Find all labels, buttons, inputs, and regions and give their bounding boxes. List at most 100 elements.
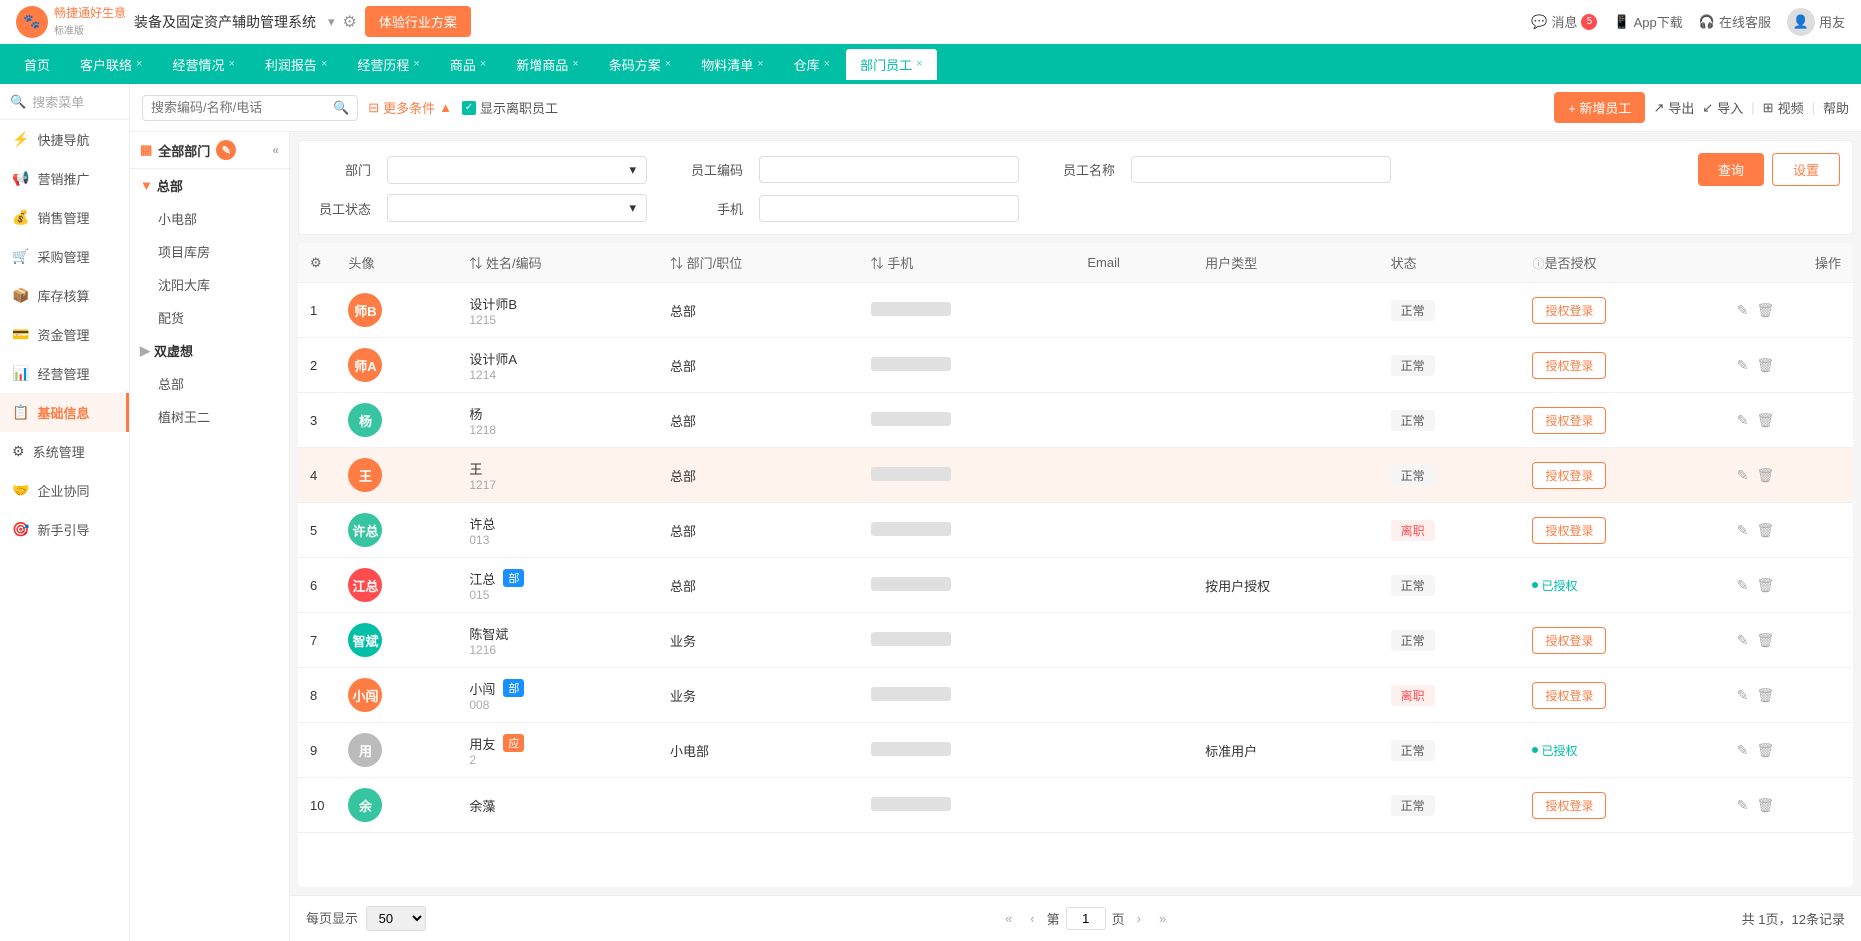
app-download-action[interactable]: 📱 App下载 [1613, 12, 1682, 31]
auth-button[interactable]: 授权登录 [1532, 462, 1606, 489]
tab-warehouse-close[interactable]: × [824, 58, 830, 70]
tab-customer[interactable]: 客户联络 × [66, 49, 156, 80]
more-filters-btn[interactable]: ⊟ 更多条件 ▲ [368, 98, 452, 117]
status-filter-select[interactable]: ▾ [387, 194, 647, 222]
page-size-select[interactable]: 50 100 [366, 906, 426, 931]
tab-customer-close[interactable]: × [136, 58, 142, 70]
authorized-info-icon[interactable]: ⓘ [1532, 257, 1544, 271]
edit-icon[interactable]: ✎ [1737, 357, 1749, 374]
query-button[interactable]: 查询 [1698, 153, 1764, 186]
delete-icon[interactable]: 🗑 [1756, 687, 1774, 704]
sidebar-item-bizmanage[interactable]: 📊 经营管理 [0, 354, 129, 393]
edit-icon[interactable]: ✎ [1737, 742, 1749, 759]
import-button[interactable]: ↙ 导入 [1702, 98, 1743, 117]
edit-icon[interactable]: ✎ [1737, 302, 1749, 319]
dept-child-peihuo[interactable]: 配货 [130, 301, 289, 334]
edit-icon[interactable]: ✎ [1737, 577, 1749, 594]
delete-icon[interactable]: 🗑 [1756, 467, 1774, 484]
tab-employee-close[interactable]: × [916, 58, 922, 70]
tab-bom-close[interactable]: × [757, 58, 763, 70]
auth-button[interactable]: 授权登录 [1532, 682, 1606, 709]
auth-button[interactable]: 授权登录 [1532, 352, 1606, 379]
sidebar-item-marketing[interactable]: 📢 营销推广 [0, 159, 129, 198]
dept-child-zhishu[interactable]: 植树王二 [130, 400, 289, 433]
last-page-btn[interactable]: » [1153, 909, 1172, 928]
tab-operation-close[interactable]: × [228, 58, 234, 70]
delete-icon[interactable]: 🗑 [1756, 797, 1774, 814]
tab-operation[interactable]: 经营情况 × [158, 49, 248, 80]
edit-icon[interactable]: ✎ [1737, 522, 1749, 539]
tab-bom[interactable]: 物料清单 × [687, 49, 777, 80]
tab-warehouse[interactable]: 仓库 × [780, 49, 844, 80]
tab-barcode[interactable]: 条码方案 × [595, 49, 685, 80]
tab-add-product[interactable]: 新增商品 × [502, 49, 592, 80]
tab-history[interactable]: 经营历程 × [343, 49, 433, 80]
col-settings[interactable]: ⚙ [298, 243, 336, 283]
sidebar-item-inventory[interactable]: 📦 库存核算 [0, 276, 129, 315]
col-dept-pos[interactable]: ⇅ 部门/职位 [658, 243, 859, 283]
add-employee-button[interactable]: + 新增员工 [1554, 92, 1645, 123]
delete-icon[interactable]: 🗑 [1756, 357, 1774, 374]
show-resign-toggle[interactable]: ✓ 显示离职员工 [462, 98, 558, 117]
tab-profit[interactable]: 利润报告 × [251, 49, 341, 80]
edit-icon[interactable]: ✎ [1737, 797, 1749, 814]
auth-button[interactable]: 授权登录 [1532, 407, 1606, 434]
phone-filter-input[interactable] [759, 195, 1019, 222]
tab-product[interactable]: 商品 × [436, 49, 500, 80]
dept-child-shenyangdaku[interactable]: 沈阳大库 [130, 268, 289, 301]
sidebar-search[interactable]: 🔍 搜索菜单 [0, 84, 129, 120]
auth-button[interactable]: 授权登录 [1532, 297, 1606, 324]
edit-icon[interactable]: ✎ [1737, 687, 1749, 704]
employee-name-input[interactable] [1131, 156, 1391, 183]
sidebar-item-purchase[interactable]: 🛒 采购管理 [0, 237, 129, 276]
col-phone[interactable]: ⇅ 手机 [859, 243, 1076, 283]
next-page-btn[interactable]: › [1131, 909, 1147, 928]
sidebar-item-sysmanage[interactable]: ⚙ 系统管理 [0, 432, 129, 471]
edit-icon[interactable]: ✎ [1737, 467, 1749, 484]
sidebar-item-sales[interactable]: 💰 销售管理 [0, 198, 129, 237]
sidebar-item-quicknav[interactable]: ⚡ 快捷导航 [0, 120, 129, 159]
prev-page-btn[interactable]: ‹ [1024, 909, 1040, 928]
employee-code-input[interactable] [759, 156, 1019, 183]
edit-icon[interactable]: ✎ [1737, 632, 1749, 649]
dept-filter-select[interactable]: ▾ [387, 156, 647, 184]
auth-button[interactable]: 授权登录 [1532, 517, 1606, 544]
dept-collapse-button[interactable]: « [272, 143, 279, 157]
search-box[interactable]: 🔍 [142, 95, 358, 121]
trial-button[interactable]: 体验行业方案 [365, 6, 471, 37]
tab-profit-close[interactable]: × [321, 58, 327, 70]
online-service-action[interactable]: 🎧 在线客服 [1699, 12, 1771, 31]
user-action[interactable]: 👤 用友 [1787, 8, 1845, 36]
sidebar-item-collab[interactable]: 🤝 企业协同 [0, 471, 129, 510]
dept-edit-button[interactable]: ✎ [216, 140, 236, 160]
tab-product-close[interactable]: × [480, 58, 486, 70]
auth-button[interactable]: 授权登录 [1532, 792, 1606, 819]
message-action[interactable]: 💬 消息 5 [1531, 12, 1597, 31]
current-page-input[interactable] [1066, 907, 1106, 930]
sidebar-item-basicinfo[interactable]: 📋 基础信息 [0, 393, 129, 432]
export-button[interactable]: ↗ 导出 [1653, 98, 1694, 117]
help-button[interactable]: 帮助 [1823, 98, 1849, 117]
delete-icon[interactable]: 🗑 [1756, 577, 1774, 594]
tab-history-close[interactable]: × [413, 58, 419, 70]
tab-barcode-close[interactable]: × [665, 58, 671, 70]
auth-button[interactable]: 授权登录 [1532, 627, 1606, 654]
search-input[interactable] [151, 100, 327, 115]
sidebar-item-finance[interactable]: 💳 资金管理 [0, 315, 129, 354]
show-resign-checkbox[interactable]: ✓ [462, 101, 476, 115]
dept-child-zongbu[interactable]: 总部 [130, 367, 289, 400]
delete-icon[interactable]: 🗑 [1756, 742, 1774, 759]
system-title-dropdown-icon[interactable]: ▾ [328, 14, 335, 30]
delete-icon[interactable]: 🗑 [1756, 522, 1774, 539]
dept-child-xiangmukufang[interactable]: 项目库房 [130, 235, 289, 268]
sidebar-item-guide[interactable]: 🎯 新手引导 [0, 510, 129, 549]
gear-icon[interactable]: ⚙ [343, 12, 357, 32]
delete-icon[interactable]: 🗑 [1756, 302, 1774, 319]
dept-child-xiaodibu[interactable]: 小电部 [130, 202, 289, 235]
delete-icon[interactable]: 🗑 [1756, 412, 1774, 429]
col-name-code[interactable]: ⇅ 姓名/编码 [457, 243, 658, 283]
first-page-btn[interactable]: « [999, 909, 1018, 928]
tab-home[interactable]: 首页 [10, 49, 64, 80]
delete-icon[interactable]: 🗑 [1756, 632, 1774, 649]
dept-parent-shuangxuxiang[interactable]: ▶ 双虚想 [130, 334, 289, 367]
